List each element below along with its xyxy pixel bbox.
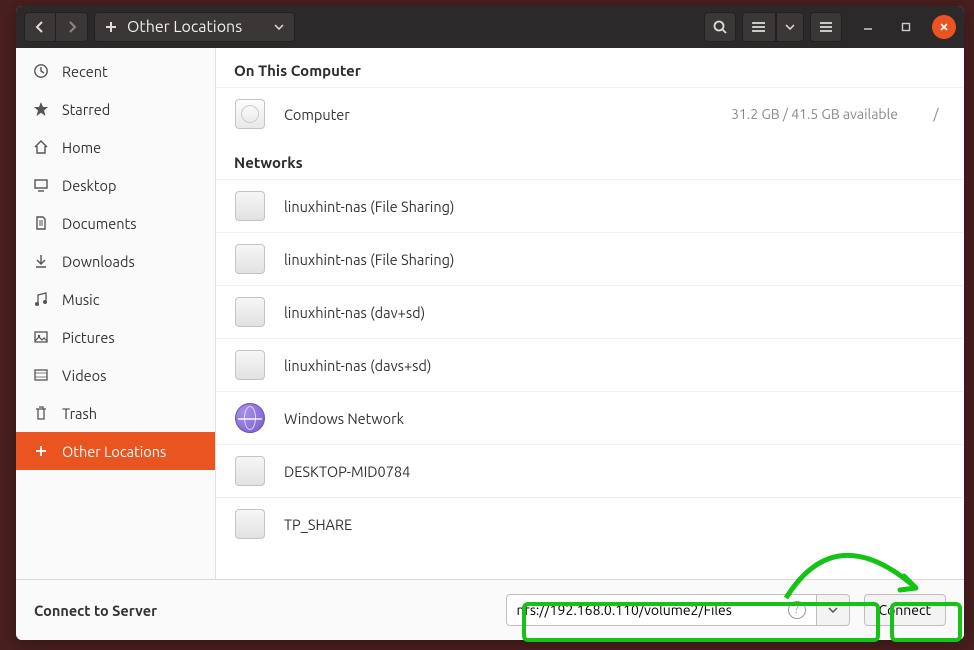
hamburger-icon	[819, 21, 833, 33]
sidebar-item-label: Documents	[62, 215, 137, 232]
row-label: Windows Network	[284, 410, 946, 427]
row-label: DESKTOP-MID0784	[284, 463, 946, 480]
nav-group	[24, 12, 88, 42]
sidebar-item-home[interactable]: Home	[16, 128, 215, 166]
row-network-item[interactable]: DESKTOP-MID0784	[216, 444, 964, 497]
sidebar-item-label: Pictures	[62, 329, 115, 346]
sidebar-item-trash[interactable]: Trash	[16, 394, 215, 432]
row-network-item[interactable]: linuxhint-nas (dav+sd)	[216, 285, 964, 338]
sidebar-item-music[interactable]: Music	[16, 280, 215, 318]
clock-icon	[32, 62, 50, 80]
section-networks: Networks	[216, 140, 964, 179]
row-label: linuxhint-nas (davs+sd)	[284, 357, 946, 374]
netdrive-icon	[234, 349, 266, 381]
sidebar-item-label: Other Locations	[62, 443, 166, 460]
plus-icon	[32, 442, 50, 460]
sidebar-item-downloads[interactable]: Downloads	[16, 242, 215, 280]
plus-icon	[105, 21, 117, 33]
server-address-input[interactable]	[506, 594, 816, 626]
maximize-button[interactable]	[894, 15, 918, 39]
sidebar-item-videos[interactable]: Videos	[16, 356, 215, 394]
sidebar-item-label: Music	[62, 291, 99, 308]
sidebar-item-label: Recent	[62, 63, 108, 80]
pathbar[interactable]: Other Locations	[94, 12, 295, 42]
sidebar-item-label: Starred	[62, 101, 110, 118]
minimize-button[interactable]	[856, 15, 880, 39]
search-button[interactable]	[704, 12, 736, 42]
close-icon	[939, 22, 949, 32]
row-computer[interactable]: Computer 31.2 GB / 41.5 GB available /	[216, 87, 964, 140]
close-button[interactable]	[932, 15, 956, 39]
pictures-icon	[32, 328, 50, 346]
netdrive-icon	[234, 508, 266, 540]
list-view-button[interactable]	[742, 12, 776, 42]
row-network-item[interactable]: linuxhint-nas (File Sharing)	[216, 179, 964, 232]
netdrive-icon	[234, 243, 266, 275]
home-icon	[32, 138, 50, 156]
row-mount: /	[926, 106, 946, 122]
row-label: linuxhint-nas (File Sharing)	[284, 198, 946, 215]
globe-icon	[234, 402, 266, 434]
server-input-group: ?	[506, 594, 850, 626]
row-label: TP_SHARE	[284, 516, 946, 533]
connect-bar: Connect to Server ? Connect	[16, 579, 964, 640]
sidebar-item-desktop[interactable]: Desktop	[16, 166, 215, 204]
list-icon	[752, 21, 766, 33]
row-network-item[interactable]: TP_SHARE	[216, 497, 964, 550]
hamburger-button[interactable]	[810, 12, 842, 42]
section-on-this-computer: On This Computer	[216, 48, 964, 87]
back-button[interactable]	[24, 12, 56, 42]
row-network-item[interactable]: linuxhint-nas (davs+sd)	[216, 338, 964, 391]
view-group	[742, 12, 804, 42]
documents-icon	[32, 214, 50, 232]
row-windows-network[interactable]: Windows Network	[216, 391, 964, 444]
headerbar: Other Locations	[16, 6, 964, 48]
sidebar-item-documents[interactable]: Documents	[16, 204, 215, 242]
star-icon	[32, 100, 50, 118]
sidebar-item-other-locations[interactable]: Other Locations	[16, 432, 215, 470]
file-manager-window: Other Locations	[16, 6, 964, 640]
sidebar-item-label: Trash	[62, 405, 97, 422]
content-area: On This Computer Computer 31.2 GB / 41.5…	[216, 48, 964, 579]
netdrive-icon	[234, 190, 266, 222]
sidebar-item-label: Desktop	[62, 177, 116, 194]
search-icon	[712, 19, 728, 35]
sidebar-item-label: Downloads	[62, 253, 135, 270]
forward-button[interactable]	[56, 12, 88, 42]
music-icon	[32, 290, 50, 308]
server-history-dropdown[interactable]	[816, 594, 850, 626]
chevron-down-icon	[828, 607, 838, 613]
desktop-icon	[32, 176, 50, 194]
trash-icon	[32, 404, 50, 422]
maximize-icon	[901, 22, 911, 32]
help-icon[interactable]: ?	[788, 601, 806, 619]
videos-icon	[32, 366, 50, 384]
body: Recent Starred Home Desktop Documents Do…	[16, 48, 964, 579]
chevron-right-icon	[67, 21, 77, 33]
minimize-icon	[863, 22, 873, 32]
pathbar-label: Other Locations	[127, 18, 242, 36]
sidebar-item-label: Home	[62, 139, 101, 156]
row-label: linuxhint-nas (dav+sd)	[284, 304, 946, 321]
chevron-down-icon	[785, 24, 795, 30]
sidebar-item-pictures[interactable]: Pictures	[16, 318, 215, 356]
chevron-down-icon	[274, 24, 284, 30]
row-label: Computer	[284, 106, 713, 123]
netdrive-icon	[234, 455, 266, 487]
row-label: linuxhint-nas (File Sharing)	[284, 251, 946, 268]
netdrive-icon	[234, 296, 266, 328]
sidebar-item-label: Videos	[62, 367, 106, 384]
row-size: 31.2 GB / 41.5 GB available	[731, 106, 898, 122]
connect-label: Connect to Server	[34, 602, 157, 619]
connect-button[interactable]: Connect	[864, 594, 947, 626]
chevron-left-icon	[35, 21, 45, 33]
sidebar: Recent Starred Home Desktop Documents Do…	[16, 48, 216, 579]
view-dropdown-button[interactable]	[776, 12, 804, 42]
sidebar-item-starred[interactable]: Starred	[16, 90, 215, 128]
row-network-item[interactable]: linuxhint-nas (File Sharing)	[216, 232, 964, 285]
disk-icon	[234, 98, 266, 130]
sidebar-item-recent[interactable]: Recent	[16, 52, 215, 90]
downloads-icon	[32, 252, 50, 270]
